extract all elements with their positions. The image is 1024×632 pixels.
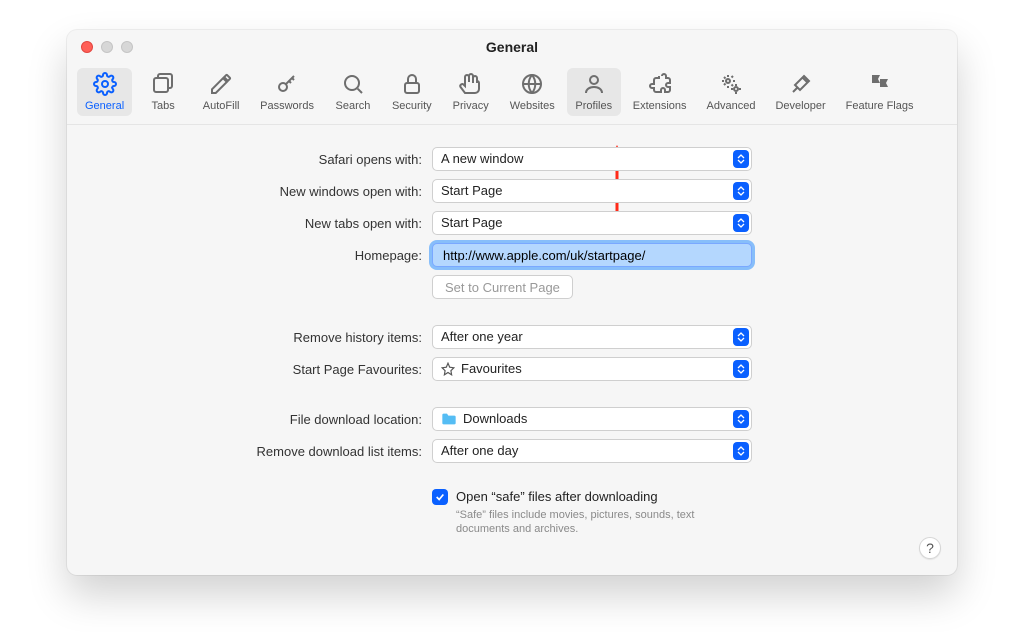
label-remove-history: Remove history items: — [192, 330, 432, 345]
tab-profiles[interactable]: Profiles — [567, 68, 621, 116]
label-homepage: Homepage: — [192, 248, 432, 263]
tab-label: Tabs — [152, 100, 175, 112]
tab-label: AutoFill — [203, 100, 240, 112]
button-label: Set to Current Page — [445, 280, 560, 295]
tab-toolbar: General Tabs AutoFill Passwords Search S… — [67, 64, 957, 125]
tabs-icon — [151, 72, 175, 96]
tab-security[interactable]: Security — [384, 68, 440, 116]
label-remove-downloads: Remove download list items: — [192, 444, 432, 459]
tab-passwords[interactable]: Passwords — [252, 68, 322, 116]
open-safe-files-help: “Safe” files include movies, pictures, s… — [456, 508, 726, 537]
select-file-download-location[interactable]: Downloads — [432, 407, 752, 431]
select-value: Downloads — [463, 408, 527, 430]
tab-label: Passwords — [260, 100, 314, 112]
chevron-updown-icon — [733, 150, 749, 168]
tab-general[interactable]: General — [77, 68, 132, 116]
tab-advanced[interactable]: Advanced — [699, 68, 764, 116]
close-window-button[interactable] — [81, 41, 93, 53]
tab-label: Feature Flags — [846, 100, 914, 112]
titlebar: General — [67, 30, 957, 64]
tab-search[interactable]: Search — [326, 68, 380, 116]
chevron-updown-icon — [733, 328, 749, 346]
tab-autofill[interactable]: AutoFill — [194, 68, 248, 116]
hand-icon — [459, 72, 483, 96]
select-value: A new window — [441, 148, 523, 170]
tab-label: Developer — [775, 100, 825, 112]
tab-extensions[interactable]: Extensions — [625, 68, 695, 116]
flags-icon — [868, 72, 892, 96]
tab-developer[interactable]: Developer — [767, 68, 833, 116]
help-button[interactable]: ? — [919, 537, 941, 559]
window-title: General — [67, 39, 957, 55]
label-safari-opens: Safari opens with: — [192, 152, 432, 167]
label-new-windows: New windows open with: — [192, 184, 432, 199]
preferences-window: General General Tabs AutoFill Passwords … — [67, 30, 957, 575]
chevron-updown-icon — [733, 410, 749, 428]
select-value: After one year — [441, 326, 523, 348]
chevron-updown-icon — [733, 214, 749, 232]
tab-tabs[interactable]: Tabs — [136, 68, 190, 116]
select-remove-download-list[interactable]: After one day — [432, 439, 752, 463]
select-value: After one day — [441, 440, 518, 462]
label-new-tabs: New tabs open with: — [192, 216, 432, 231]
person-icon — [582, 72, 606, 96]
minimise-window-button[interactable] — [101, 41, 113, 53]
label-startpage-favourites: Start Page Favourites: — [192, 362, 432, 377]
tab-feature-flags[interactable]: Feature Flags — [838, 68, 922, 116]
open-safe-files-label: Open “safe” files after downloading — [456, 489, 726, 504]
select-remove-history-items[interactable]: After one year — [432, 325, 752, 349]
tab-label: Search — [336, 100, 371, 112]
help-icon: ? — [926, 540, 934, 556]
checkmark-icon — [435, 492, 445, 502]
tools-icon — [789, 72, 813, 96]
tab-label: Advanced — [707, 100, 756, 112]
homepage-input-field[interactable] — [441, 247, 743, 264]
label-download-location: File download location: — [192, 412, 432, 427]
star-icon — [441, 362, 455, 376]
zoom-window-button[interactable] — [121, 41, 133, 53]
select-safari-opens-with[interactable]: A new window — [432, 147, 752, 171]
key-icon — [275, 72, 299, 96]
tab-label: Websites — [510, 100, 555, 112]
homepage-input[interactable] — [432, 243, 752, 267]
general-form: Safari opens with: A new window New wind… — [192, 147, 832, 537]
tab-label: General — [85, 100, 124, 112]
select-value: Start Page — [441, 180, 502, 202]
globe-icon — [520, 72, 544, 96]
tab-label: Extensions — [633, 100, 687, 112]
window-controls — [81, 41, 133, 53]
tab-privacy[interactable]: Privacy — [444, 68, 498, 116]
select-value: Start Page — [441, 212, 502, 234]
tab-label: Privacy — [453, 100, 489, 112]
folder-icon — [441, 412, 457, 426]
tab-label: Security — [392, 100, 432, 112]
select-new-windows-open-with[interactable]: Start Page — [432, 179, 752, 203]
select-new-tabs-open-with[interactable]: Start Page — [432, 211, 752, 235]
tab-label: Profiles — [575, 100, 612, 112]
set-current-page-button[interactable]: Set to Current Page — [432, 275, 573, 299]
tab-websites[interactable]: Websites — [502, 68, 563, 116]
search-icon — [341, 72, 365, 96]
gear-icon — [93, 72, 117, 96]
chevron-updown-icon — [733, 442, 749, 460]
puzzle-icon — [648, 72, 672, 96]
open-safe-files-checkbox[interactable] — [432, 489, 448, 505]
select-value: Favourites — [461, 358, 522, 380]
pencil-icon — [209, 72, 233, 96]
select-start-page-favourites[interactable]: Favourites — [432, 357, 752, 381]
lock-icon — [400, 72, 424, 96]
chevron-updown-icon — [733, 360, 749, 378]
gears-icon — [719, 72, 743, 96]
chevron-updown-icon — [733, 182, 749, 200]
